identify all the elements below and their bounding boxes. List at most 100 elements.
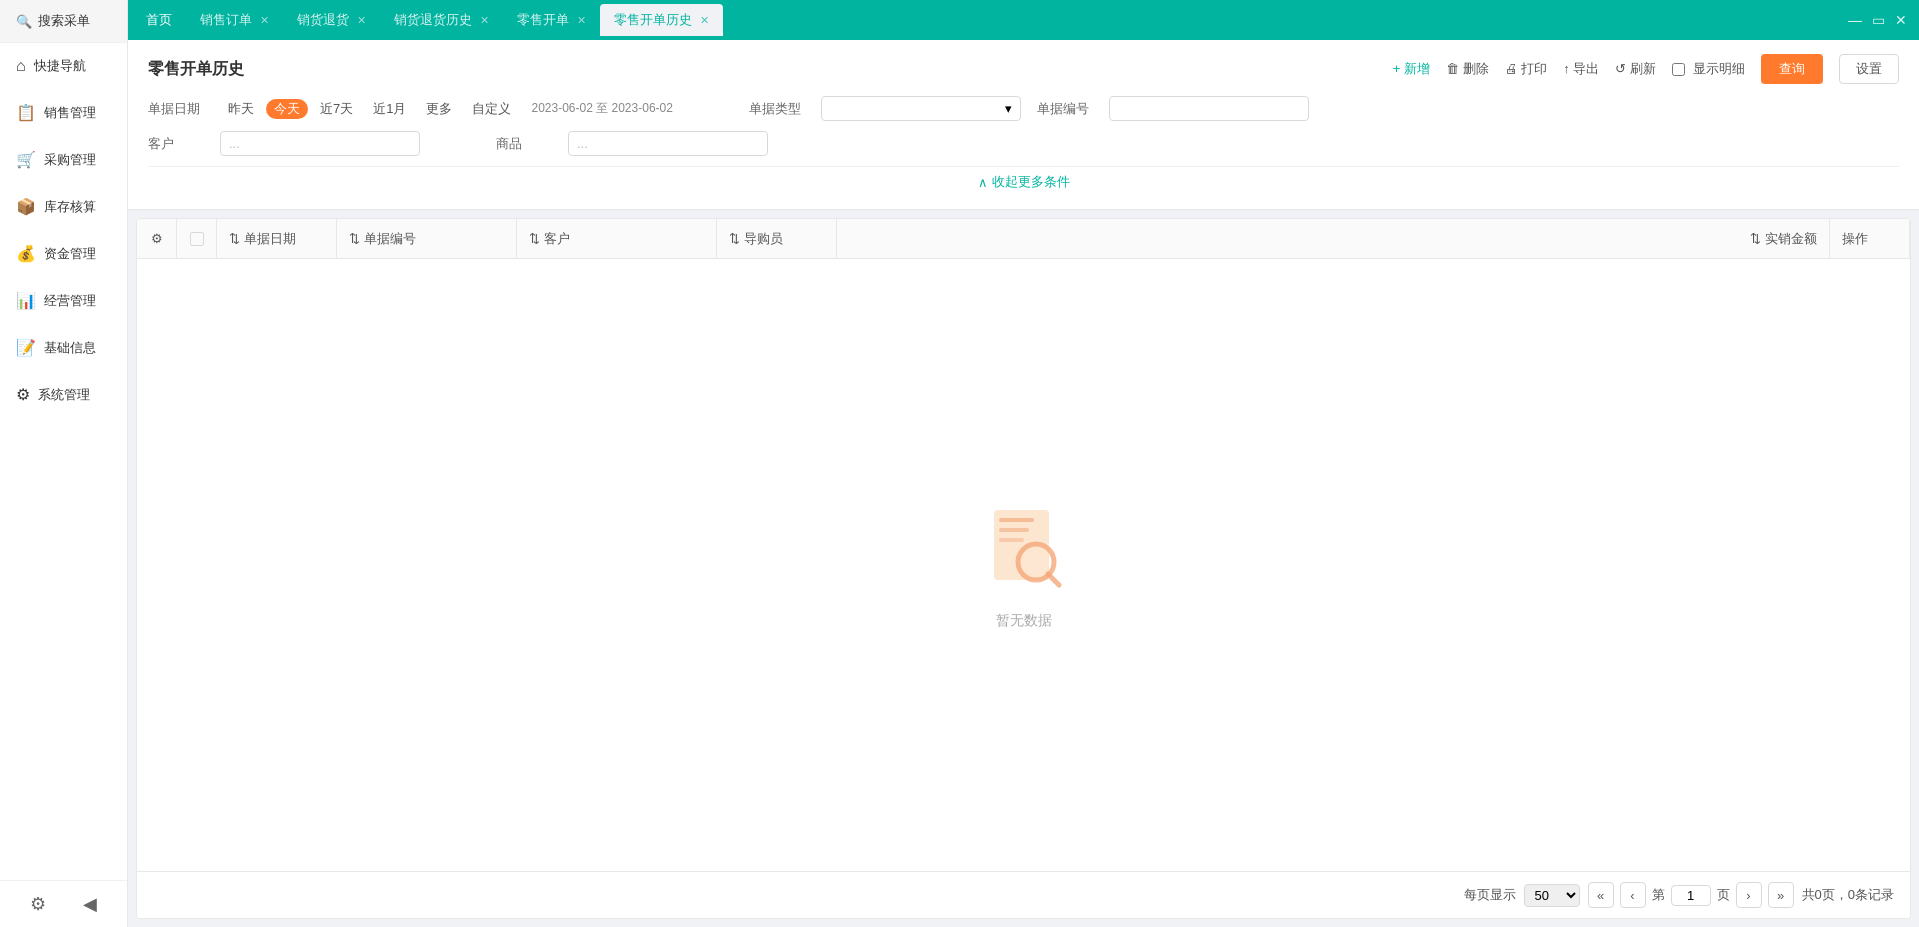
- display-cols-label: 显示明细: [1693, 60, 1745, 78]
- next-page-btn[interactable]: ›: [1736, 882, 1762, 908]
- th-customer-sort-icon: ⇅: [529, 231, 540, 246]
- svg-line-6: [1048, 574, 1059, 585]
- refresh-button[interactable]: ↺ 刷新: [1615, 60, 1656, 78]
- tab-sales-order-close[interactable]: ✕: [260, 14, 269, 27]
- close-btn[interactable]: ✕: [1895, 12, 1907, 28]
- doc-type-label: 单据类型: [749, 100, 805, 118]
- tab-home[interactable]: 首页: [132, 4, 186, 36]
- export-button[interactable]: ↑ 导出: [1563, 60, 1599, 78]
- search-icon: 🔍: [16, 14, 32, 29]
- th-no[interactable]: ⇅ 单据编号: [337, 219, 517, 258]
- sidebar-item-sales-mgmt[interactable]: 📋 销售管理: [0, 89, 127, 136]
- th-date[interactable]: ⇅ 单据日期: [217, 219, 337, 258]
- date-option-today[interactable]: 今天: [266, 99, 308, 119]
- add-button[interactable]: + 新增: [1393, 60, 1430, 78]
- minimize-btn[interactable]: —: [1848, 12, 1862, 28]
- settings-col-icon: ⚙: [151, 231, 163, 246]
- collapse-filter-btn[interactable]: ∧ 收起更多条件: [148, 166, 1899, 197]
- th-salesperson[interactable]: ⇅ 导购员: [717, 219, 837, 258]
- sidebar-item-label: 销售管理: [44, 104, 96, 122]
- date-option-last-month[interactable]: 近1月: [365, 98, 414, 120]
- tab-sales-return-close[interactable]: ✕: [357, 14, 366, 27]
- th-amount-sort-icon: ⇅: [1750, 231, 1761, 246]
- svg-rect-2: [999, 528, 1029, 532]
- sidebar-item-label: 基础信息: [44, 339, 96, 357]
- page-input[interactable]: [1671, 885, 1711, 906]
- top-tab-bar: 首页 销售订单 ✕ 销货退货 ✕ 销货退货历史 ✕ 零售开单 ✕ 零售开单历史 …: [128, 0, 1919, 40]
- filter-area: 单据日期 昨天 今天 近7天 近1月 更多 自定义 2023-06-02 至 2…: [148, 96, 1899, 209]
- sidebar-item-basic-info[interactable]: 📝 基础信息: [0, 324, 127, 371]
- th-settings[interactable]: ⚙: [137, 219, 177, 258]
- purchase-icon: 🛒: [16, 150, 36, 169]
- date-range-display: 2023-06-02 至 2023-06-02: [531, 100, 672, 117]
- sidebar-search[interactable]: 🔍 搜索采单: [0, 0, 127, 43]
- window-controls: — ▭ ✕: [1848, 12, 1915, 28]
- sidebar-item-system[interactable]: ⚙ 系统管理: [0, 371, 127, 418]
- sidebar-item-label: 系统管理: [38, 386, 90, 404]
- table-area: ⚙ ⇅ 单据日期 ⇅ 单据编号 ⇅ 客户 ⇅: [136, 218, 1911, 919]
- date-option-custom[interactable]: 自定义: [464, 98, 519, 120]
- sidebar-collapse-btn[interactable]: ◀: [83, 893, 97, 915]
- sidebar-item-operations[interactable]: 📊 经营管理: [0, 277, 127, 324]
- chevron-down-icon: ▾: [1005, 101, 1012, 116]
- sidebar-item-purchase-mgmt[interactable]: 🛒 采购管理: [0, 136, 127, 183]
- date-option-last7[interactable]: 近7天: [312, 98, 361, 120]
- sidebar-item-inventory[interactable]: 📦 库存核算: [0, 183, 127, 230]
- query-button[interactable]: 查询: [1761, 54, 1823, 84]
- last-page-btn[interactable]: »: [1768, 882, 1794, 908]
- display-cols-checkbox[interactable]: 显示明细: [1672, 60, 1745, 78]
- tab-sales-return-label: 销货退货: [297, 11, 349, 29]
- tab-home-label: 首页: [146, 11, 172, 29]
- date-filter-label: 单据日期: [148, 100, 204, 118]
- tab-sales-return[interactable]: 销货退货 ✕: [283, 4, 380, 36]
- inventory-icon: 📦: [16, 197, 36, 216]
- prev-page-btn[interactable]: ‹: [1620, 882, 1646, 908]
- goods-select[interactable]: ...: [568, 131, 768, 156]
- date-option-more[interactable]: 更多: [418, 98, 460, 120]
- select-all-checkbox[interactable]: [190, 232, 204, 246]
- page-size-select[interactable]: 10 20 50 100: [1524, 884, 1580, 907]
- tab-retail-open-history-close[interactable]: ✕: [700, 14, 709, 27]
- footer-settings-btn[interactable]: ⚙: [30, 893, 46, 915]
- doc-no-input[interactable]: [1109, 96, 1309, 121]
- page-summary: 共0页，0条记录: [1802, 886, 1894, 904]
- display-cols-input[interactable]: [1672, 63, 1685, 76]
- restore-btn[interactable]: ▭: [1872, 12, 1885, 28]
- doc-no-label: 单据编号: [1037, 100, 1093, 118]
- sidebar-item-label: 快捷导航: [34, 57, 86, 75]
- tab-sales-order[interactable]: 销售订单 ✕: [186, 4, 283, 36]
- th-no-sort-icon: ⇅: [349, 231, 360, 246]
- tab-sales-return-history-close[interactable]: ✕: [480, 14, 489, 27]
- date-option-yesterday[interactable]: 昨天: [220, 98, 262, 120]
- customer-select[interactable]: ...: [220, 131, 420, 156]
- empty-text: 暂无数据: [996, 612, 1052, 630]
- tab-sales-return-history[interactable]: 销货退货历史 ✕: [380, 4, 503, 36]
- doc-type-select[interactable]: ▾: [821, 96, 1021, 121]
- goods-placeholder: ...: [577, 136, 759, 151]
- th-amount[interactable]: ⇅ 实销金额: [837, 219, 1830, 258]
- sidebar-footer: ⚙ ◀: [0, 880, 127, 927]
- delete-button[interactable]: 🗑 删除: [1446, 60, 1489, 78]
- empty-state: 暂无数据: [137, 259, 1910, 871]
- tab-retail-open-close[interactable]: ✕: [577, 14, 586, 27]
- page-content: 零售开单历史 + 新增 🗑 删除 🖨 打印 ↑ 导出 ↺ 刷新 显示明细 查询 …: [128, 40, 1919, 927]
- page-nav: « ‹ 第 页 › »: [1588, 882, 1794, 908]
- tab-retail-open[interactable]: 零售开单 ✕: [503, 4, 600, 36]
- page-size-label: 每页显示: [1464, 886, 1516, 904]
- svg-rect-3: [999, 538, 1024, 542]
- first-page-btn[interactable]: «: [1588, 882, 1614, 908]
- tab-retail-open-history[interactable]: 零售开单历史 ✕: [600, 4, 723, 36]
- th-customer[interactable]: ⇅ 客户: [517, 219, 717, 258]
- settings-button[interactable]: 设置: [1839, 54, 1899, 84]
- sidebar-item-finance[interactable]: 💰 资金管理: [0, 230, 127, 277]
- th-customer-text: 客户: [544, 230, 570, 248]
- sidebar-item-quick-nav[interactable]: ⌂ 快捷导航: [0, 43, 127, 89]
- table-header: ⚙ ⇅ 单据日期 ⇅ 单据编号 ⇅ 客户 ⇅: [137, 219, 1910, 259]
- print-button[interactable]: 🖨 打印: [1505, 60, 1548, 78]
- sidebar-search-label: 搜索采单: [38, 12, 90, 30]
- basic-info-icon: 📝: [16, 338, 36, 357]
- sidebar: 🔍 搜索采单 ⌂ 快捷导航 📋 销售管理 🛒 采购管理 📦 库存核算 💰 资金管…: [0, 0, 128, 927]
- th-checkbox[interactable]: [177, 219, 217, 258]
- page-label: 页: [1717, 886, 1730, 904]
- svg-point-5: [1024, 550, 1048, 574]
